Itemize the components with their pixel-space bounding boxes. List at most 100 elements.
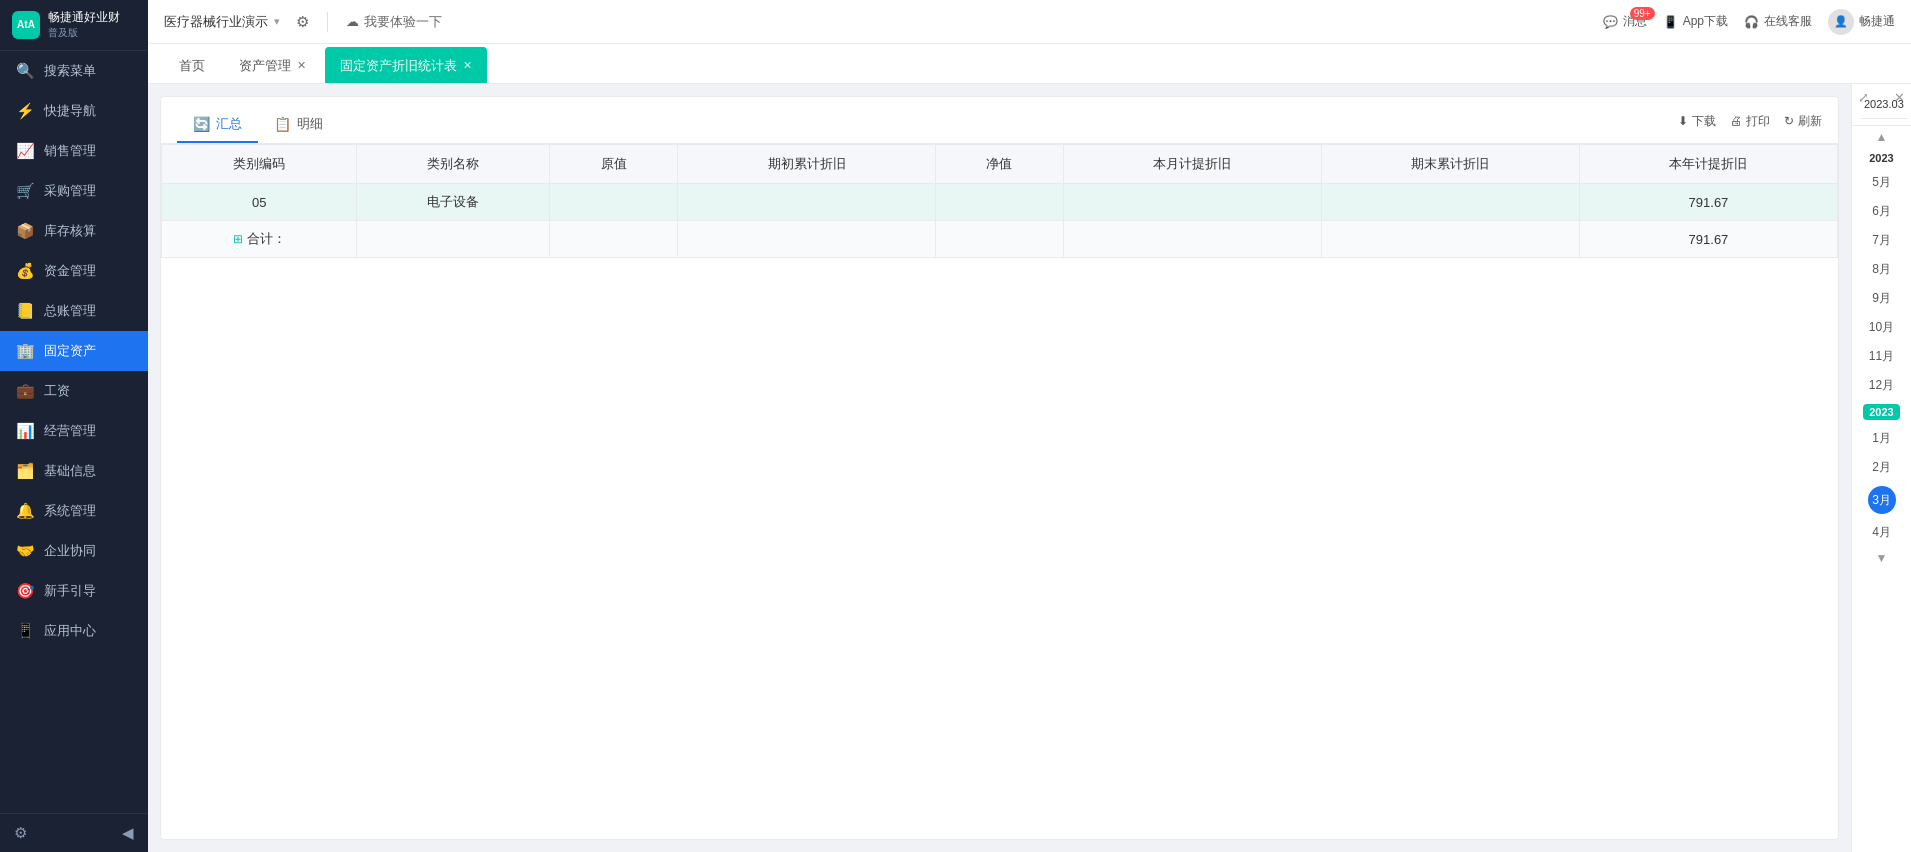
tab-home[interactable]: 首页 xyxy=(164,47,220,83)
sidebar-item-ops[interactable]: 📊经营管理 xyxy=(0,411,148,451)
refresh-button[interactable]: ↻ 刷新 xyxy=(1784,113,1822,130)
topbar-right: 💬 消息 99+ 📱 App下载 🎧 在线客服 👤 畅捷通 xyxy=(1603,9,1895,35)
table-cell xyxy=(936,184,1064,221)
sub-tab-detail[interactable]: 📋明细 xyxy=(258,107,339,143)
date-panel-close-icon[interactable]: ✕ xyxy=(1894,90,1905,105)
message-button[interactable]: 💬 消息 99+ xyxy=(1603,13,1647,30)
sidebar-item-ledger[interactable]: 📒总账管理 xyxy=(0,291,148,331)
company-selector[interactable]: 医疗器械行业演示 ▾ xyxy=(164,13,280,31)
date-month[interactable]: 11月 xyxy=(1852,342,1911,371)
company-name: 医疗器械行业演示 xyxy=(164,13,268,31)
sidebar-label-purchase: 采购管理 xyxy=(44,182,96,200)
sidebar-label-system: 系统管理 xyxy=(44,502,96,520)
sidebar-label-quicknav: 快捷导航 xyxy=(44,102,96,120)
date-month[interactable]: 2月 xyxy=(1852,453,1911,482)
tabbar: 首页资产管理✕固定资产折旧统计表✕ xyxy=(148,44,1911,84)
table-column-header: 类别编码 xyxy=(162,145,357,184)
tab-label-asset_mgmt: 资产管理 xyxy=(239,57,291,75)
main-area: 医疗器械行业演示 ▾ ⚙ ☁ 我要体验一下 💬 消息 99+ 📱 App下载 🎧… xyxy=(148,0,1911,852)
date-months-container: 20235月6月7月8月9月10月11月12月20231月2月3月4月 xyxy=(1852,148,1911,547)
tab-asset_mgmt[interactable]: 资产管理 ✕ xyxy=(224,47,321,83)
date-month[interactable]: 10月 xyxy=(1852,313,1911,342)
sidebar-item-finance[interactable]: 💰资金管理 xyxy=(0,251,148,291)
topbar-gear-icon[interactable]: ⚙ xyxy=(296,13,309,31)
table-cell xyxy=(1321,184,1579,221)
refresh-icon: ↻ xyxy=(1784,114,1794,128)
table-row[interactable]: 05电子设备791.67 xyxy=(162,184,1838,221)
sidebar-label-collab: 企业协同 xyxy=(44,542,96,560)
date-panel-top: ⤢ 2023.03 ✕ xyxy=(1852,84,1911,126)
download-label: 下载 xyxy=(1692,113,1716,130)
date-month[interactable]: 1月 xyxy=(1852,424,1911,453)
sidebar-item-guide[interactable]: 🎯新手引导 xyxy=(0,571,148,611)
tab-depreciation[interactable]: 固定资产折旧统计表✕ xyxy=(325,47,487,83)
experience-button[interactable]: ☁ 我要体验一下 xyxy=(346,13,442,31)
sidebar-label-sales: 销售管理 xyxy=(44,142,96,160)
username: 畅捷通 xyxy=(1859,13,1895,30)
sidebar-item-fixed[interactable]: 🏢固定资产 xyxy=(0,331,148,371)
sidebar-item-collab[interactable]: 🤝企业协同 xyxy=(0,531,148,571)
sidebar-item-payroll[interactable]: 💼工资 xyxy=(0,371,148,411)
date-month[interactable]: 9月 xyxy=(1852,284,1911,313)
sidebar-icon-basic: 🗂️ xyxy=(16,462,34,480)
date-nav-down[interactable]: ▼ xyxy=(1852,547,1911,569)
user-menu[interactable]: 👤 畅捷通 xyxy=(1828,9,1895,35)
date-month[interactable]: 5月 xyxy=(1852,168,1911,197)
settings-icon[interactable]: ⚙ xyxy=(14,824,27,842)
download-button[interactable]: ⬇ 下载 xyxy=(1678,113,1716,130)
tab-close-asset_mgmt[interactable]: ✕ xyxy=(297,59,306,72)
date-month[interactable]: 12月 xyxy=(1852,371,1911,400)
sidebar-item-quicknav[interactable]: ⚡快捷导航 xyxy=(0,91,148,131)
avatar-icon: 👤 xyxy=(1834,15,1848,28)
sidebar-icon-sales: 📈 xyxy=(16,142,34,160)
date-panel-expand-icon[interactable]: ⤢ xyxy=(1858,90,1869,105)
app-download-button[interactable]: 📱 App下载 xyxy=(1663,13,1728,30)
support-button[interactable]: 🎧 在线客服 xyxy=(1744,13,1812,30)
table-header: 类别编码类别名称原值期初累计折旧净值本月计提折旧期末累计折旧本年计提折旧 xyxy=(162,145,1838,184)
date-month-active[interactable]: 3月 xyxy=(1868,486,1896,514)
table-wrap: 类别编码类别名称原值期初累计折旧净值本月计提折旧期末累计折旧本年计提折旧 05电… xyxy=(161,144,1838,839)
table-sum-cell xyxy=(1063,221,1321,258)
table-header-row: 类别编码类别名称原值期初累计折旧净值本月计提折旧期末累计折旧本年计提折旧 xyxy=(162,145,1838,184)
sidebar-item-basic[interactable]: 🗂️ 基础信息 xyxy=(0,451,148,491)
collapse-icon[interactable]: ◀ xyxy=(122,824,134,842)
tab-close-depreciation[interactable]: ✕ xyxy=(463,59,472,72)
sidebar-logo: AtA 畅捷通好业财 普及版 xyxy=(0,0,148,51)
sidebar-item-inventory[interactable]: 📦库存核算 xyxy=(0,211,148,251)
date-month[interactable]: 7月 xyxy=(1852,226,1911,255)
date-month[interactable]: 4月 xyxy=(1852,518,1911,547)
table-column-header: 期初累计折旧 xyxy=(678,145,936,184)
table-sum-cell: ⊞合计： xyxy=(162,221,357,258)
company-chevron-icon: ▾ xyxy=(274,15,280,28)
sidebar-label-basic: 基础信息 xyxy=(44,462,96,480)
topbar: 医疗器械行业演示 ▾ ⚙ ☁ 我要体验一下 💬 消息 99+ 📱 App下载 🎧… xyxy=(148,0,1911,44)
avatar: 👤 xyxy=(1828,9,1854,35)
table-column-header: 期末累计折旧 xyxy=(1321,145,1579,184)
sidebar-item-system[interactable]: 🔔系统管理 xyxy=(0,491,148,531)
sidebar-item-search[interactable]: 🔍搜索菜单 xyxy=(0,51,148,91)
table-column-header: 本月计提折旧 xyxy=(1063,145,1321,184)
print-button[interactable]: 🖨 打印 xyxy=(1730,113,1770,130)
date-month[interactable]: 6月 xyxy=(1852,197,1911,226)
main-panel: 🔄汇总📋明细 ⬇ 下载 🖨 打印 ↻ 刷新 xyxy=(160,96,1839,840)
sum-icon: ⊞ xyxy=(233,232,243,246)
date-year-badge: 2023 xyxy=(1863,404,1899,420)
date-month-container: 3月 xyxy=(1852,482,1911,518)
table-cell: 电子设备 xyxy=(357,184,550,221)
sub-tab-icon-summary: 🔄 xyxy=(193,116,210,132)
date-month[interactable]: 8月 xyxy=(1852,255,1911,284)
sidebar-icon-search: 🔍 xyxy=(16,62,34,80)
date-nav-up[interactable]: ▲ xyxy=(1852,126,1911,148)
sidebar-icon-guide: 🎯 xyxy=(16,582,34,600)
sidebar-item-apps[interactable]: 📱应用中心 xyxy=(0,611,148,651)
support-icon: 🎧 xyxy=(1744,15,1759,29)
table-column-header: 类别名称 xyxy=(357,145,550,184)
sub-tab-summary[interactable]: 🔄汇总 xyxy=(177,107,258,143)
sidebar-icon-apps: 📱 xyxy=(16,622,34,640)
sidebar-item-sales[interactable]: 📈 销售管理 xyxy=(0,131,148,171)
app-logo-icon: AtA xyxy=(12,11,40,39)
sidebar-item-purchase[interactable]: 🛒采购管理 xyxy=(0,171,148,211)
sidebar-icon-payroll: 💼 xyxy=(16,382,34,400)
sidebar-icon-ops: 📊 xyxy=(16,422,34,440)
table-sum-cell xyxy=(550,221,678,258)
